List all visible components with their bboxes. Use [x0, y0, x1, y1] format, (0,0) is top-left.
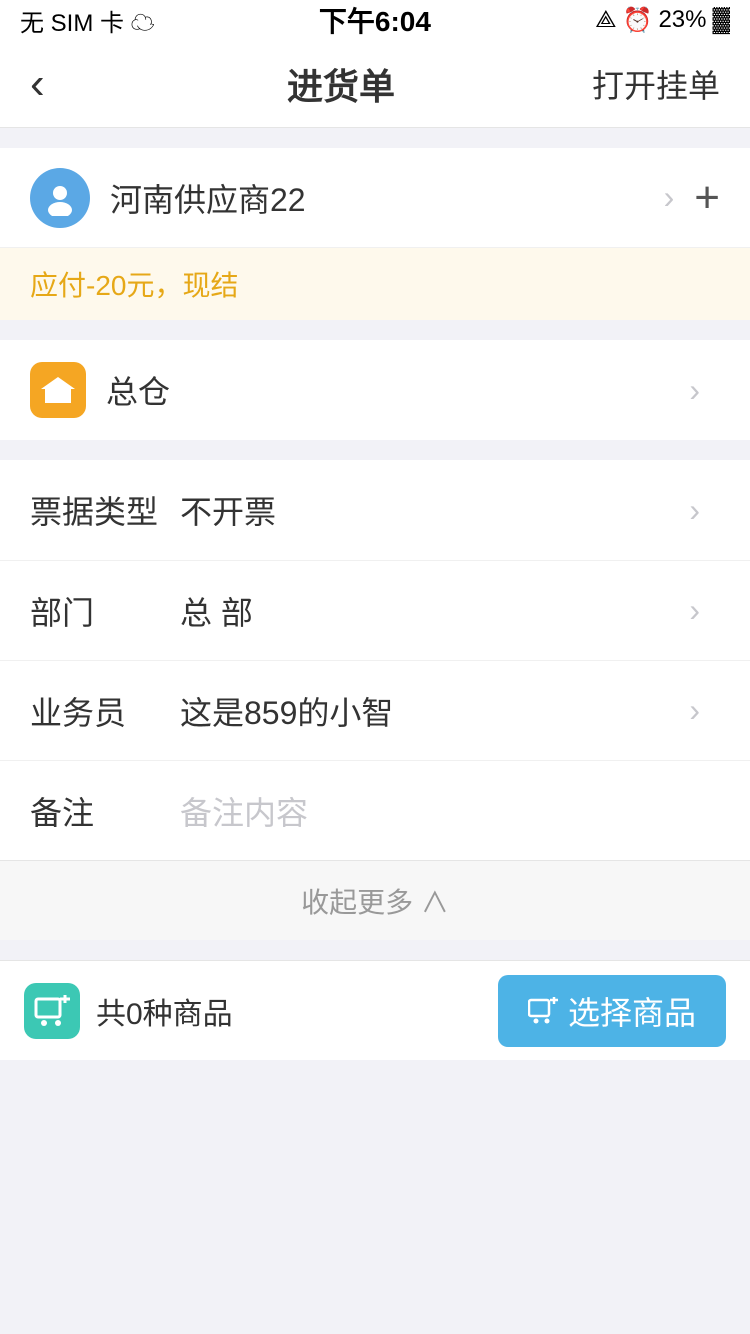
- open-pending-button[interactable]: 打开挂单: [592, 61, 720, 107]
- invoice-type-label: 票据类型: [30, 487, 170, 533]
- warehouse-row[interactable]: 总仓 ›: [0, 340, 750, 440]
- department-label: 部门: [30, 588, 170, 634]
- supplier-avatar: [30, 168, 90, 228]
- select-product-label: 选择商品: [568, 988, 696, 1034]
- product-bar: 共0种商品 选择商品: [0, 960, 750, 1060]
- salesperson-value: 这是859的小智: [170, 688, 689, 734]
- product-icon: [24, 983, 80, 1039]
- remark-row[interactable]: 备注 备注内容: [0, 760, 750, 860]
- remark-label: 备注: [30, 788, 170, 834]
- section-gap-3: [0, 440, 750, 460]
- battery-text: 23%: [658, 6, 706, 34]
- form-section: 票据类型 不开票 › 部门 总 部 › 业务员 这是859的小智 › 备注 备注…: [0, 460, 750, 940]
- department-row[interactable]: 部门 总 部 ›: [0, 560, 750, 660]
- warehouse-chevron-icon: ›: [689, 372, 700, 409]
- status-bar: 无 SIM 卡 ☁ 下午6:04 ⟁ ⏰ 23% ▓: [0, 0, 750, 40]
- supplier-name: 河南供应商22: [110, 175, 664, 221]
- product-count: 共0种商品: [96, 989, 498, 1033]
- supplier-section: 河南供应商22 › + 应付-20元，现结: [0, 148, 750, 320]
- status-time: 下午6:04: [319, 0, 431, 40]
- select-product-button[interactable]: 选择商品: [498, 975, 726, 1047]
- status-left: 无 SIM 卡 ☁: [20, 3, 155, 38]
- department-value: 总 部: [170, 588, 689, 634]
- invoice-type-value: 不开票: [170, 487, 689, 533]
- section-gap-1: [0, 128, 750, 148]
- invoice-chevron-icon: ›: [689, 492, 700, 529]
- notice-banner: 应付-20元，现结: [0, 248, 750, 320]
- salesperson-row[interactable]: 业务员 这是859的小智 ›: [0, 660, 750, 760]
- department-chevron-icon: ›: [689, 592, 700, 629]
- remark-input[interactable]: 备注内容: [170, 788, 720, 834]
- cart-icon: [34, 995, 70, 1027]
- supplier-row[interactable]: 河南供应商22 › +: [0, 148, 750, 248]
- salesperson-chevron-icon: ›: [689, 692, 700, 729]
- warehouse-section: 总仓 ›: [0, 340, 750, 440]
- status-right: ⟁ ⏰ 23% ▓: [595, 6, 730, 35]
- add-button[interactable]: +: [694, 176, 720, 220]
- select-cart-icon: [528, 997, 558, 1025]
- house-icon: [41, 375, 75, 405]
- chevron-right-icon: ›: [664, 179, 675, 216]
- carrier-text: 无 SIM 卡 ☁: [20, 3, 155, 38]
- back-button[interactable]: ‹: [30, 59, 90, 109]
- warehouse-icon: [30, 362, 86, 418]
- nav-bar: ‹ 进货单 打开挂单: [0, 40, 750, 128]
- collapse-label: 收起更多 ∧: [301, 881, 449, 921]
- salesperson-label: 业务员: [30, 688, 170, 734]
- person-icon: [42, 180, 78, 216]
- location-icon: ⟁: [595, 6, 616, 34]
- battery-icon: ▓: [712, 6, 730, 34]
- invoice-type-row[interactable]: 票据类型 不开票 ›: [0, 460, 750, 560]
- alarm-icon: ⏰: [623, 6, 653, 35]
- warehouse-name: 总仓: [106, 367, 689, 413]
- collapse-row[interactable]: 收起更多 ∧: [0, 860, 750, 940]
- page-title: 进货单: [287, 58, 395, 110]
- section-gap-2: [0, 320, 750, 340]
